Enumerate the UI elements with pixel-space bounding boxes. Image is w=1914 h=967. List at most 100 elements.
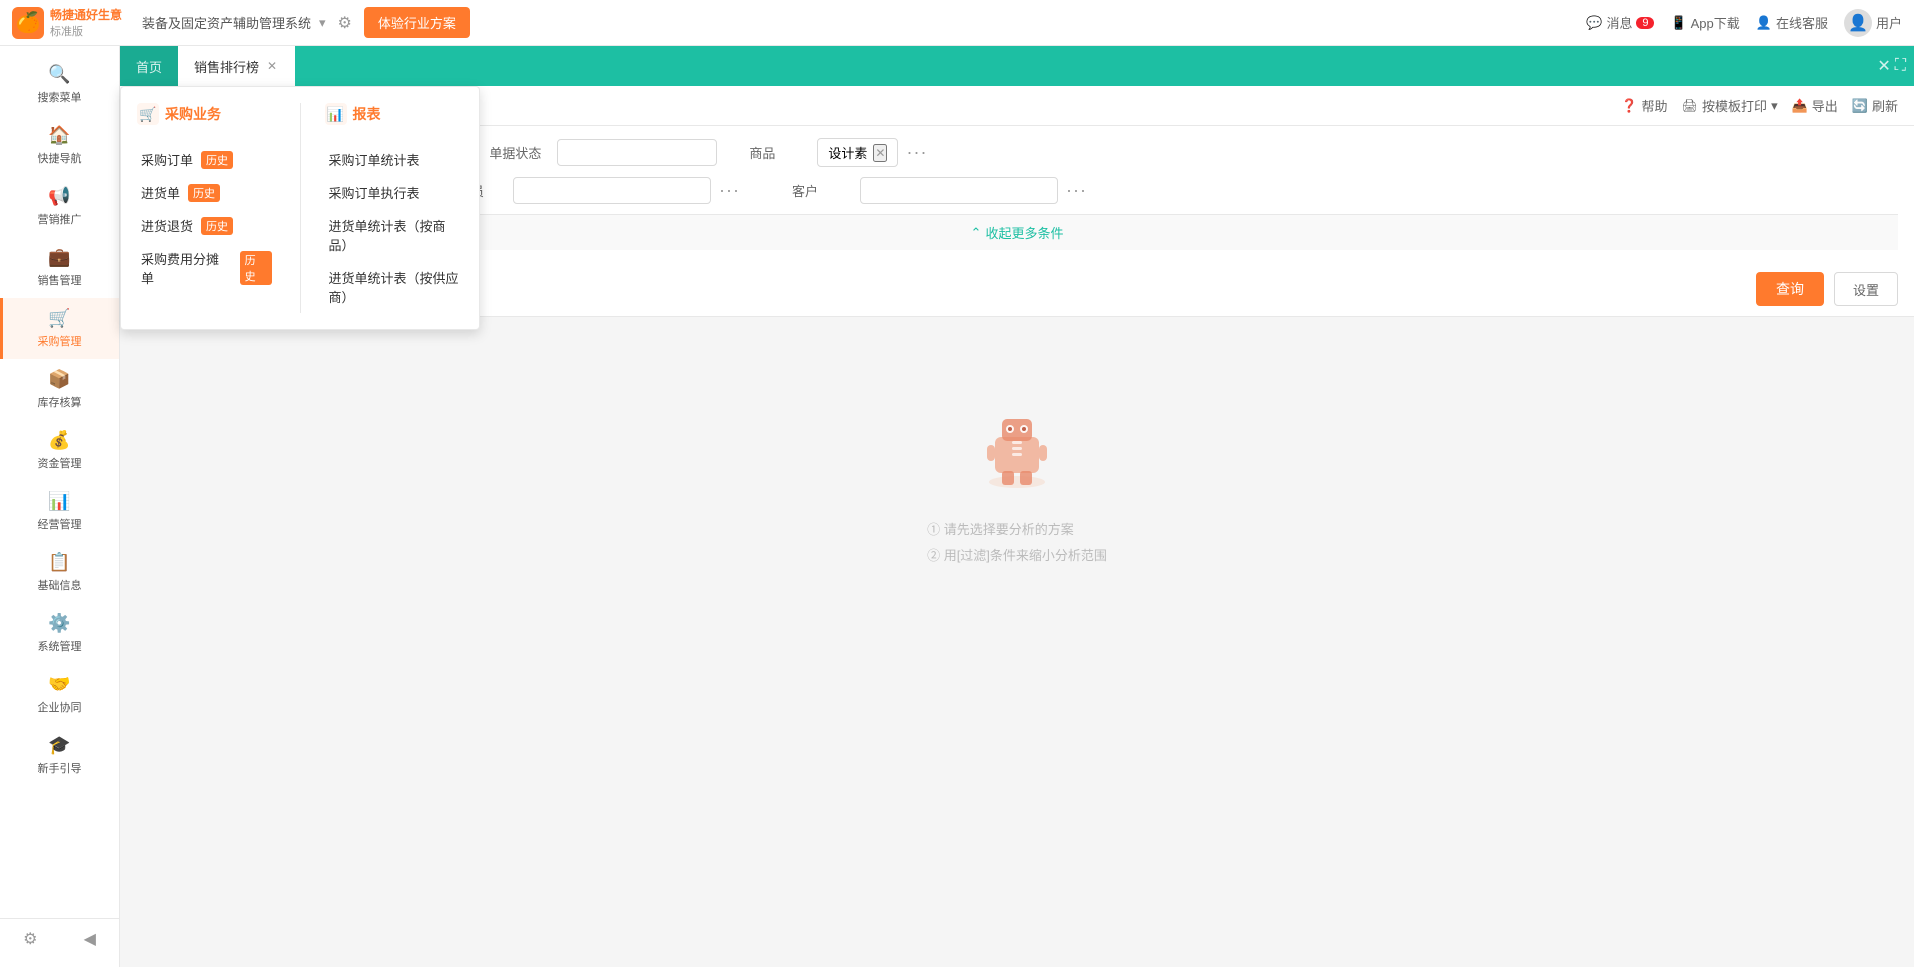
tab-sales-rank[interactable]: 销售排行榜 ✕ — [178, 46, 295, 86]
sidebar-label-guide: 新手引导 — [38, 760, 82, 776]
help-btn[interactable]: ❓ 帮助 — [1621, 96, 1667, 115]
sidebar-item-inventory[interactable]: 📦 库存核算 — [0, 359, 119, 420]
user-area[interactable]: 👤 用户 — [1844, 9, 1902, 37]
dropdown-item-inbound-stats-product[interactable]: 进货单统计表（按商品） — [325, 209, 464, 261]
home-icon: 🏠 — [48, 125, 70, 146]
product-more-btn[interactable]: ··· — [906, 142, 927, 163]
sidebar-item-guide[interactable]: 🎓 新手引导 — [0, 725, 119, 786]
message-badge: 9 — [1636, 17, 1654, 29]
order-stats-label: 采购订单统计表 — [329, 150, 420, 169]
empty-tip-1: ① 请先选择要分析的方案 — [927, 517, 1107, 543]
active-indicator — [0, 298, 3, 359]
sidebar-item-search[interactable]: 🔍 搜索菜单 — [0, 54, 119, 115]
system-title-text: 装备及固定资产辅助管理系统 — [142, 13, 311, 32]
basic-info-icon: 📋 — [48, 552, 70, 573]
dropdown-item-order-stats[interactable]: 采购订单统计表 — [325, 143, 464, 176]
sidebar-item-funds[interactable]: 💰 资金管理 — [0, 420, 119, 481]
empty-illustration — [967, 397, 1067, 497]
sidebar-item-operations[interactable]: 📊 经营管理 — [0, 481, 119, 542]
sidebar-item-enterprise[interactable]: 🤝 企业协同 — [0, 664, 119, 725]
doc-status-input-wrap — [557, 139, 717, 166]
product-tag-close-btn[interactable]: ✕ — [873, 144, 887, 162]
col-divider — [300, 103, 301, 313]
sidebar-label-purchase: 采购管理 — [38, 333, 82, 349]
report-col-icon: 📊 — [325, 103, 347, 125]
customer-more-btn[interactable]: ··· — [1066, 180, 1087, 201]
customer-filter: 客户 ··· — [792, 177, 1087, 204]
query-btn[interactable]: 查询 — [1756, 272, 1824, 306]
dropdown-item-order-exec[interactable]: 采购订单执行表 — [325, 176, 464, 209]
empty-state: ① 请先选择要分析的方案 ② 用[过滤]条件来缩小分析范围 — [120, 317, 1914, 649]
print-dropdown-icon: ▾ — [1771, 98, 1778, 114]
user-avatar: 👤 — [1844, 9, 1872, 37]
tab-home-label: 首页 — [136, 57, 162, 76]
brand-text: 畅捷通好生意 标准版 — [50, 6, 122, 39]
refresh-icon: 🔄 — [1852, 98, 1868, 114]
sidebar-label-funds: 资金管理 — [38, 455, 82, 471]
purchase-order-label: 采购订单 — [141, 150, 193, 169]
purchase-icon: 🛒 — [48, 308, 70, 329]
sidebar-label-inventory: 库存核算 — [38, 394, 82, 410]
purchase-dropdown: 🛒 采购业务 采购订单 历史 进货单 历史 进货退货 历史 采购费用分摊单 历史… — [120, 86, 480, 330]
sidebar-settings-btn[interactable]: ⚙ — [23, 929, 37, 949]
dropdown-item-inbound[interactable]: 进货单 历史 — [137, 176, 276, 209]
refresh-btn[interactable]: 🔄 刷新 — [1852, 96, 1898, 115]
sidebar: 🔍 搜索菜单 🏠 快捷导航 📢 营销推广 💼 销售管理 🛒 采购管理 📦 库存核… — [0, 46, 120, 967]
tab-home[interactable]: 首页 — [120, 46, 178, 86]
sidebar-label-enterprise: 企业协同 — [38, 699, 82, 715]
system-settings-btn[interactable]: ⚙ — [334, 9, 356, 37]
report-title-text: 报表 — [353, 104, 381, 124]
app-download-btn[interactable]: 📱 App下载 — [1670, 13, 1739, 32]
export-btn[interactable]: 📤 导出 — [1792, 96, 1838, 115]
setting-btn[interactable]: 设置 — [1834, 272, 1898, 306]
dropdown-arrow[interactable]: ▾ — [319, 15, 326, 31]
tab-bar-right: ✕ ⛶ — [1877, 56, 1914, 76]
sidebar-item-quick-nav[interactable]: 🏠 快捷导航 — [0, 115, 119, 176]
product-label: 商品 — [749, 143, 809, 162]
industry-btn[interactable]: 体验行业方案 — [364, 7, 470, 38]
dropdown-item-purchase-order[interactable]: 采购订单 历史 — [137, 143, 276, 176]
inventory-icon: 📦 — [48, 369, 70, 390]
tab-maximize-btn[interactable]: ⛶ — [1895, 57, 1906, 75]
service-icon: 👤 — [1756, 15, 1772, 31]
header-right: 💬 消息 9 📱 App下载 👤 在线客服 👤 用户 — [1586, 9, 1902, 37]
dropdown-item-expense[interactable]: 采购费用分摊单 历史 — [137, 242, 276, 294]
system-icon: ⚙️ — [48, 613, 70, 634]
sidebar-collapse-btn[interactable]: ◀ — [84, 929, 96, 949]
online-service-btn[interactable]: 👤 在线客服 — [1756, 13, 1828, 32]
product-tag: 设计素 ✕ — [817, 138, 898, 167]
customer-input[interactable] — [860, 177, 1058, 204]
return-history: 历史 — [201, 217, 233, 235]
doc-status-select[interactable] — [557, 139, 717, 166]
sidebar-item-purchase[interactable]: 🛒 采购管理 — [0, 298, 119, 359]
message-icon: 💬 — [1586, 15, 1602, 31]
sidebar-label-basic-info: 基础信息 — [38, 577, 82, 593]
dropdown-item-inbound-stats-supplier[interactable]: 进货单统计表（按供应商） — [325, 261, 464, 313]
product-tag-text: 设计素 — [828, 143, 867, 162]
sidebar-item-sales[interactable]: 💼 销售管理 — [0, 237, 119, 298]
purchase-order-history: 历史 — [201, 151, 233, 169]
message-btn[interactable]: 💬 消息 9 — [1586, 13, 1654, 32]
logo-icon: 🍊 — [12, 7, 44, 39]
empty-tips: ① 请先选择要分析的方案 ② 用[过滤]条件来缩小分析范围 — [927, 517, 1107, 569]
customer-label: 客户 — [792, 181, 852, 200]
sales-icon: 💼 — [48, 247, 70, 268]
salesman-more-btn[interactable]: ··· — [719, 180, 740, 201]
sidebar-item-marketing[interactable]: 📢 营销推广 — [0, 176, 119, 237]
tab-close-btn[interactable]: ✕ — [265, 59, 279, 73]
search-icon: 🔍 — [48, 64, 70, 85]
sidebar-item-system[interactable]: ⚙️ 系统管理 — [0, 603, 119, 664]
sidebar-bottom: ⚙ ◀ — [0, 918, 119, 959]
guide-icon: 🎓 — [48, 735, 70, 756]
tab-close-window-btn[interactable]: ✕ — [1877, 56, 1890, 76]
empty-tip-2: ② 用[过滤]条件来缩小分析范围 — [927, 543, 1107, 569]
refresh-label: 刷新 — [1872, 96, 1898, 115]
salesman-input[interactable] — [513, 177, 711, 204]
inbound-stats-product-label: 进货单统计表（按商品） — [329, 216, 460, 254]
help-icon: ❓ — [1621, 98, 1637, 114]
print-btn[interactable]: 🖨 按模板打印 ▾ — [1682, 96, 1778, 115]
product-filter: 商品 设计素 ✕ ··· — [749, 138, 927, 167]
dropdown-item-return[interactable]: 进货退货 历史 — [137, 209, 276, 242]
sidebar-item-basic-info[interactable]: 📋 基础信息 — [0, 542, 119, 603]
inbound-stats-supplier-label: 进货单统计表（按供应商） — [329, 268, 460, 306]
